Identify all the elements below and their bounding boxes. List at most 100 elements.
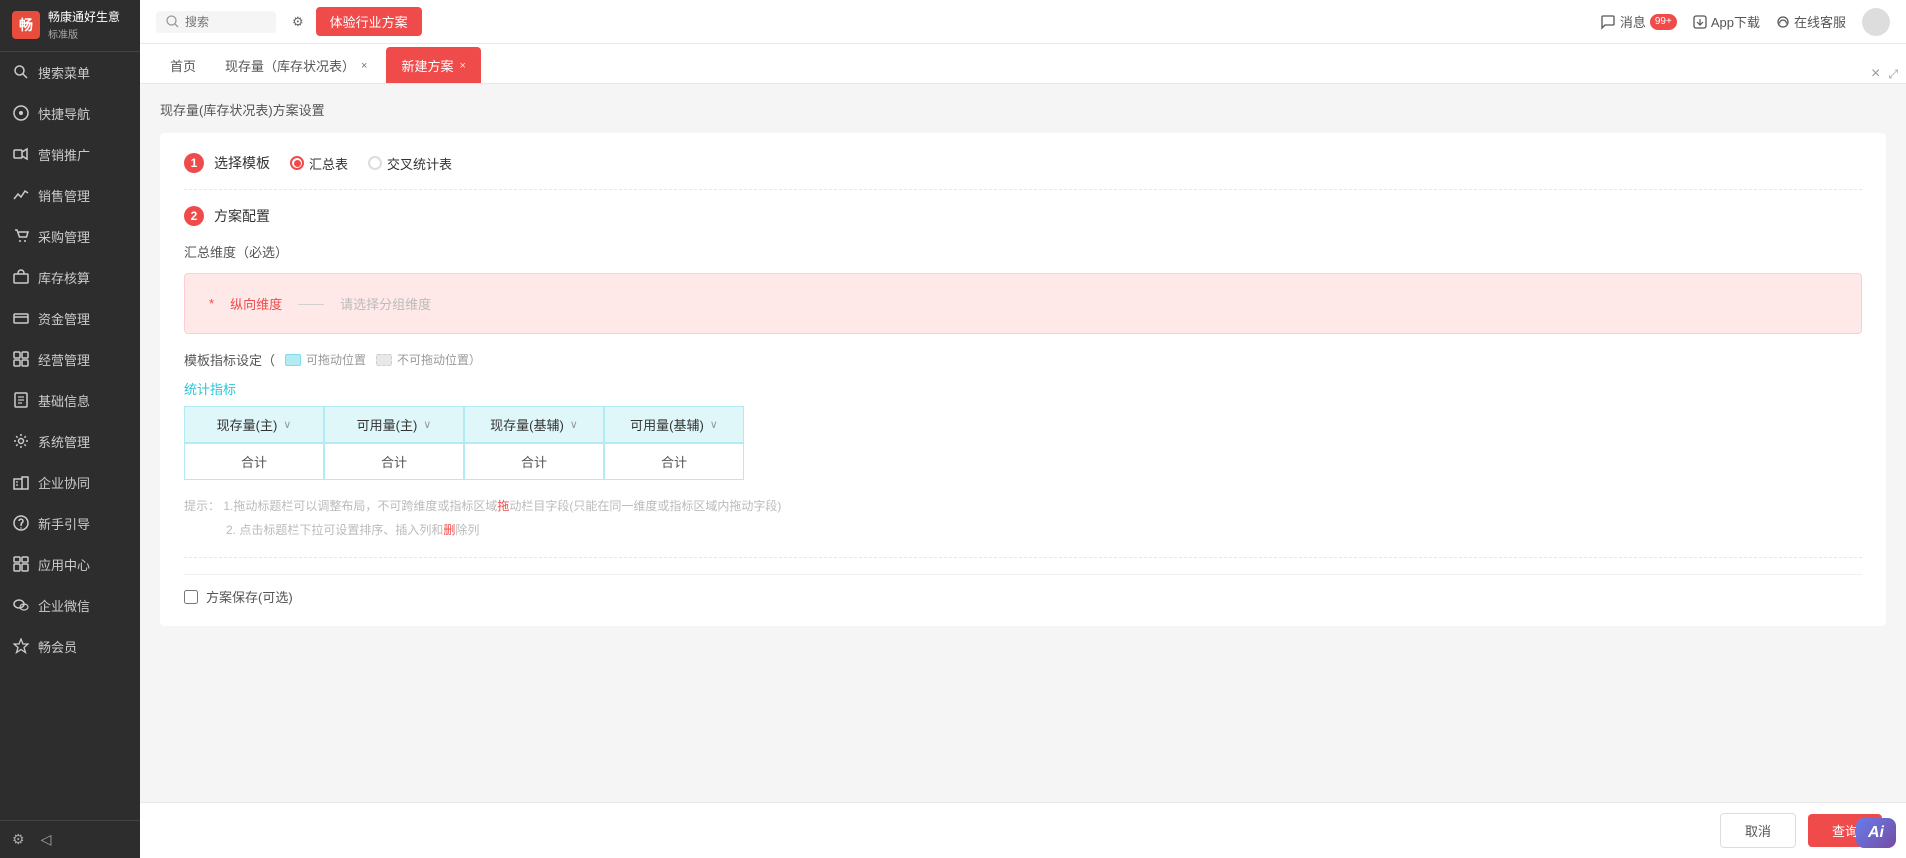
search-input[interactable]	[185, 15, 265, 29]
indicators-label: 模板指标设定（ 可拖动位置 不可拖动位置）	[184, 350, 1862, 369]
col-avail-aux-arrow[interactable]: ∨	[710, 418, 718, 431]
content-area: 现存量(库存状况表)方案设置 1 选择模板 汇总表 交叉统计表	[140, 84, 1906, 858]
col-stock-aux-arrow[interactable]: ∨	[570, 418, 578, 431]
sidebar-label-quick-nav: 快捷导航	[38, 104, 90, 123]
sidebar-item-quick-nav[interactable]: 快捷导航	[0, 93, 140, 134]
vertical-title: 纵向维度	[230, 294, 282, 313]
search-menu-icon	[12, 63, 30, 81]
col-stock-main-arrow[interactable]: ∨	[283, 418, 291, 431]
sidebar-item-marketing[interactable]: 营销推广	[0, 134, 140, 175]
sidebar-logo: 畅 畅康通好生意 标准版	[0, 0, 140, 52]
legend-nodrag-label: 不可拖动位置）	[397, 351, 481, 368]
online-service-item[interactable]: 在线客服	[1776, 12, 1846, 31]
section2-header: 2 方案配置	[184, 206, 1862, 226]
sidebar: 畅 畅康通好生意 标准版 搜索菜单 快捷导航 营销推广	[0, 0, 140, 858]
col-stock-aux-label: 现存量(基辅)	[490, 415, 564, 434]
sidebar-label-inventory: 库存核算	[38, 268, 90, 287]
tip-line-2: 2. 点击标题栏下拉可设置排序、插入列和删除列	[184, 520, 1862, 542]
tab-new-scheme-close[interactable]: ×	[459, 60, 465, 72]
sidebar-item-finance[interactable]: 资金管理	[0, 298, 140, 339]
message-icon	[1600, 14, 1616, 30]
tips-section: 提示： 1.拖动标题栏可以调整布局，不可跨维度或指标区域拖动栏目字段(只能在同一…	[184, 496, 1862, 541]
sidebar-item-guide[interactable]: 新手引导	[0, 503, 140, 544]
sidebar-item-search-menu[interactable]: 搜索菜单	[0, 52, 140, 93]
sidebar-item-member[interactable]: 畅会员	[0, 626, 140, 667]
col-stock-aux-header[interactable]: 现存量(基辅) ∨	[464, 406, 604, 443]
template-radio-group: 汇总表 交叉统计表	[290, 154, 452, 173]
col-avail-main-arrow[interactable]: ∨	[423, 418, 431, 431]
message-label: 消息	[1620, 12, 1646, 31]
tip-line-1: 提示： 1.拖动标题栏可以调整布局，不可跨维度或指标区域拖动栏目字段(只能在同一…	[184, 496, 1862, 518]
col-stock-main-label: 现存量(主)	[217, 415, 278, 434]
collapse-icon[interactable]: ◁	[41, 831, 52, 848]
vertical-label: *	[209, 296, 214, 311]
nodrag-box	[376, 354, 392, 366]
stats-title: 统计指标	[184, 379, 1862, 398]
online-service-label: 在线客服	[1794, 12, 1846, 31]
tab-inventory-status[interactable]: 现存量（库存状况表） ×	[210, 47, 382, 83]
sidebar-label-guide: 新手引导	[38, 514, 90, 533]
radio-summary[interactable]: 汇总表	[290, 154, 348, 173]
app-download-label: App下载	[1711, 12, 1760, 31]
inventory-icon	[12, 268, 30, 286]
window-expand-icon[interactable]: ⤢	[1888, 67, 1898, 82]
sidebar-item-system[interactable]: 系统管理	[0, 421, 140, 462]
radio-summary-dot	[290, 156, 304, 170]
tab-new-scheme[interactable]: 新建方案 ×	[386, 47, 480, 83]
vertical-placeholder[interactable]: 请选择分组维度	[340, 294, 431, 313]
sidebar-label-operations: 经营管理	[38, 350, 90, 369]
save-row: 方案保存(可选)	[184, 574, 1862, 606]
topbar: ⚙ 体验行业方案 消息 99+ App下载 在线客服	[140, 0, 1906, 44]
system-icon	[12, 432, 30, 450]
sidebar-item-inventory[interactable]: 库存核算	[0, 257, 140, 298]
sidebar-item-operations[interactable]: 经营管理	[0, 339, 140, 380]
sidebar-label-search-menu: 搜索菜单	[38, 63, 90, 82]
radio-cross[interactable]: 交叉统计表	[368, 154, 452, 173]
sidebar-label-base-info: 基础信息	[38, 391, 90, 410]
trial-btn[interactable]: 体验行业方案	[316, 7, 422, 36]
sidebar-item-app-center[interactable]: 应用中心	[0, 544, 140, 585]
dimension-required-label: 汇总维度（必选）	[184, 242, 1862, 261]
window-close-icon[interactable]: ×	[1871, 65, 1880, 83]
base-info-icon	[12, 391, 30, 409]
sidebar-item-sales[interactable]: 销售管理	[0, 175, 140, 216]
sidebar-label-sales: 销售管理	[38, 186, 90, 205]
sidebar-label-enterprise: 企业协同	[38, 473, 90, 492]
app-download-item[interactable]: App下载	[1693, 12, 1760, 31]
operations-icon	[12, 350, 30, 368]
sidebar-item-purchase[interactable]: 采购管理	[0, 216, 140, 257]
logo-title: 畅康通好生意	[48, 10, 120, 26]
col-avail-main-label: 可用量(主)	[357, 415, 418, 434]
sidebar-label-member: 畅会员	[38, 637, 77, 656]
sidebar-label-purchase: 采购管理	[38, 227, 90, 246]
sidebar-label-app-center: 应用中心	[38, 555, 90, 574]
enterprise-icon	[12, 473, 30, 491]
tab-home[interactable]: 首页	[156, 48, 210, 83]
settings-icon[interactable]: ⚙	[12, 831, 25, 848]
gear-icon[interactable]: ⚙	[292, 14, 304, 30]
sidebar-nav: 搜索菜单 快捷导航 营销推广 销售管理 采购管理	[0, 52, 140, 820]
save-checkbox[interactable]	[184, 590, 198, 604]
col-avail-main-header[interactable]: 可用量(主) ∨	[324, 406, 464, 443]
col-stock-main-header[interactable]: 现存量(主) ∨	[184, 406, 324, 443]
guide-icon	[12, 514, 30, 532]
section1-header: 1 选择模板 汇总表 交叉统计表	[184, 153, 1862, 173]
sidebar-label-finance: 资金管理	[38, 309, 90, 328]
cancel-button[interactable]: 取消	[1720, 813, 1796, 848]
user-avatar[interactable]	[1862, 8, 1890, 36]
col-avail-aux-header[interactable]: 可用量(基辅) ∨	[604, 406, 744, 443]
logo-subtitle: 标准版	[48, 26, 120, 41]
sidebar-item-base-info[interactable]: 基础信息	[0, 380, 140, 421]
marketing-icon	[12, 145, 30, 163]
ai-badge[interactable]: Ai	[1856, 818, 1896, 848]
topbar-search-box[interactable]	[156, 11, 276, 33]
sidebar-item-wechat[interactable]: 企业微信	[0, 585, 140, 626]
app-center-icon	[12, 555, 30, 573]
vertical-dash: ——	[298, 296, 324, 311]
sales-icon	[12, 186, 30, 204]
tab-inventory-close[interactable]: ×	[361, 60, 367, 72]
sidebar-item-enterprise[interactable]: 企业协同	[0, 462, 140, 503]
tab-inventory-label: 现存量（库存状况表）	[225, 56, 355, 75]
draggable-box	[285, 354, 301, 366]
message-item[interactable]: 消息 99+	[1600, 12, 1677, 31]
